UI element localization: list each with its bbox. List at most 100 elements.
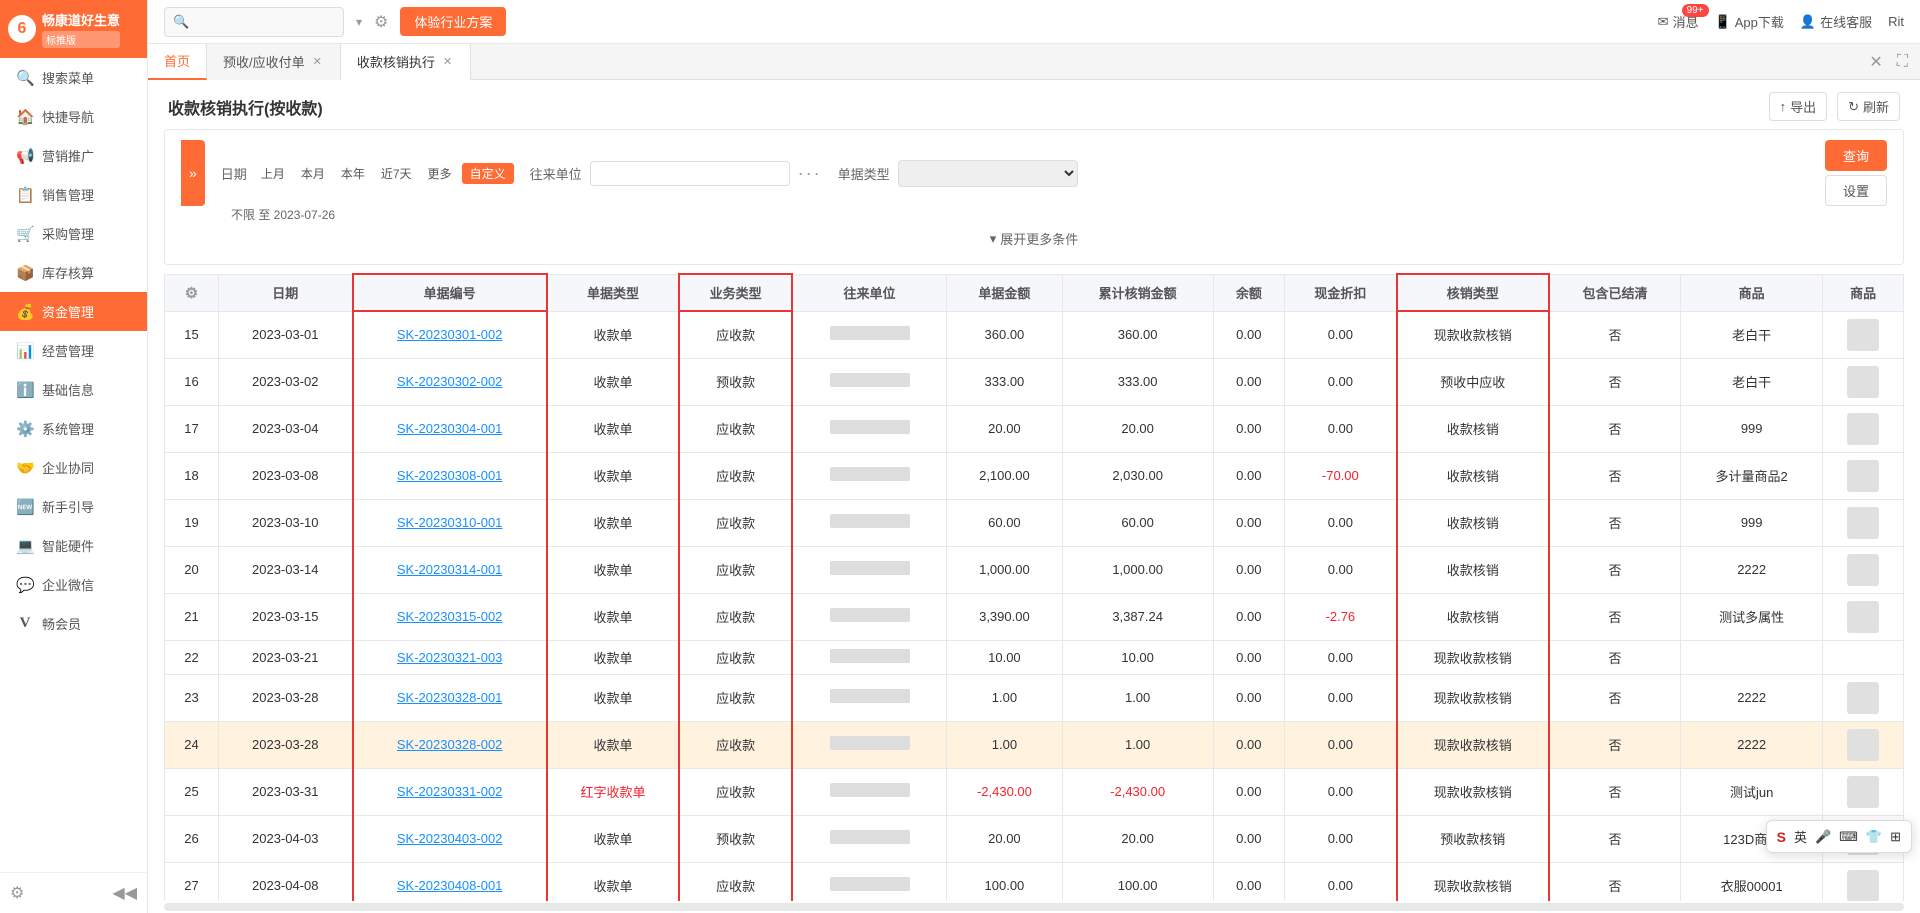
filter-date-label: 日期	[221, 164, 247, 183]
sidebar-item-wechat[interactable]: 💬企业微信	[0, 565, 147, 604]
keyboard-icon[interactable]: ⌨	[1839, 829, 1858, 845]
shirt-icon[interactable]: 👕	[1866, 829, 1882, 845]
mic-icon[interactable]: 🎤	[1815, 829, 1831, 845]
doc-num-link[interactable]: SK-20230328-001	[397, 690, 503, 705]
sidebar-settings-btn[interactable]: ⚙	[10, 883, 24, 903]
filter-more-btn[interactable]: 更多	[422, 163, 458, 184]
sidebar-item-operations[interactable]: 📊经营管理	[0, 331, 147, 370]
row-biztype: 应收款	[679, 546, 792, 593]
row-balance: 0.00	[1213, 358, 1285, 405]
filter-settings-button[interactable]: 设置	[1825, 175, 1887, 206]
doc-num-link[interactable]: SK-20230403-002	[397, 831, 503, 846]
col-settings-icon[interactable]: ⚙	[185, 285, 198, 302]
row-product: 2222	[1681, 721, 1823, 768]
settings-gear-icon[interactable]: ⚙	[374, 12, 388, 32]
tab-home[interactable]: 首页	[148, 44, 207, 80]
solution-button[interactable]: 体验行业方案	[400, 7, 506, 36]
row-doctype: 收款单	[547, 721, 680, 768]
row-partner	[792, 311, 947, 358]
row-balance: 0.00	[1213, 311, 1285, 358]
row-biztype: 应收款	[679, 593, 792, 640]
query-button[interactable]: 查询	[1825, 140, 1887, 171]
app-download-button[interactable]: 📱 App下载	[1715, 12, 1784, 31]
sidebar-item-sales[interactable]: 📋销售管理	[0, 175, 147, 214]
row-biztype: 应收款	[679, 640, 792, 674]
sidebar-item-hardware[interactable]: 💻智能硬件	[0, 526, 147, 565]
row-product-thumb	[1823, 405, 1904, 452]
row-cashdiscount: 0.00	[1285, 546, 1397, 593]
doc-num-link[interactable]: SK-20230314-001	[397, 562, 503, 577]
sidebar-item-enterprise[interactable]: 🤝企业协同	[0, 448, 147, 487]
row-cashdiscount: 0.00	[1285, 721, 1397, 768]
table-row: 25 2023-03-31 SK-20230331-002 红字收款单 应收款 …	[165, 768, 1904, 815]
row-cashdiscount: 0.00	[1285, 311, 1397, 358]
online-service-button[interactable]: 👤 在线客服	[1800, 12, 1872, 31]
filter-last-month-btn[interactable]: 上月	[255, 163, 291, 184]
sidebar-item-quicknav[interactable]: 🏠快捷导航	[0, 97, 147, 136]
product-thumb	[1847, 682, 1879, 714]
search-input[interactable]	[195, 15, 315, 29]
filter-this-year-btn[interactable]: 本年	[335, 163, 371, 184]
tab-close-all-btn[interactable]: ✕	[1865, 48, 1886, 76]
table-row: 27 2023-04-08 SK-20230408-001 收款单 应收款 10…	[165, 862, 1904, 901]
tab-home-label: 首页	[164, 51, 190, 70]
col-includesettled-header: 包含已结清	[1549, 274, 1681, 311]
doc-num-link[interactable]: SK-20230304-001	[397, 421, 503, 436]
filter-partner-item: 往来单位 ···	[530, 161, 822, 186]
row-num: 25	[165, 768, 219, 815]
filter-doctype-select[interactable]	[898, 160, 1078, 187]
doc-num-link[interactable]: SK-20230301-002	[397, 327, 503, 342]
sidebar-item-marketing[interactable]: 📢营销推广	[0, 136, 147, 175]
doc-num-link[interactable]: SK-20230308-001	[397, 468, 503, 483]
ime-label: 英	[1794, 827, 1807, 846]
sidebar-item-search[interactable]: 🔍搜索菜单	[0, 58, 147, 97]
col-canceltype-header: 核销类型	[1397, 274, 1549, 311]
row-docnum: SK-20230408-001	[353, 862, 547, 901]
horizontal-scrollbar[interactable]	[164, 903, 1904, 911]
doc-num-link[interactable]: SK-20230331-002	[397, 784, 503, 799]
user-menu[interactable]: Rit	[1888, 14, 1904, 29]
refresh-button[interactable]: ↻ 刷新	[1837, 92, 1900, 121]
grid-icon[interactable]: ⊞	[1890, 829, 1901, 845]
doc-num-link[interactable]: SK-20230408-001	[397, 878, 503, 893]
product-thumb	[1847, 870, 1879, 902]
tab-cancel-close[interactable]: ✕	[441, 54, 454, 69]
data-table-wrapper[interactable]: ⚙ 日期 单据编号 单据类型 业务类型 往来单位 单据金额 累计核销金额 余额 …	[164, 273, 1904, 901]
tab-cancel[interactable]: 收款核销执行 ✕	[341, 44, 471, 80]
topbar-search-box[interactable]: 🔍	[164, 7, 344, 37]
message-button[interactable]: ✉ 消息 99+	[1658, 12, 1699, 31]
sidebar-item-system[interactable]: ⚙️系统管理	[0, 409, 147, 448]
product-thumb	[1847, 776, 1879, 808]
sidebar-item-vip[interactable]: V畅会员	[0, 604, 147, 643]
filter-this-month-btn[interactable]: 本月	[295, 163, 331, 184]
filter-custom-btn[interactable]: 自定义	[462, 163, 514, 184]
tab-prepay-close[interactable]: ✕	[311, 54, 324, 69]
doc-num-link[interactable]: SK-20230328-002	[397, 737, 503, 752]
sidebar-item-inventory[interactable]: 📦库存核算	[0, 253, 147, 292]
filter-expand-btn[interactable]: ▾ 展开更多条件	[181, 223, 1887, 254]
filter-dots-btn[interactable]: ···	[798, 163, 822, 184]
row-cumulative: 333.00	[1062, 358, 1213, 405]
row-cashdiscount: 0.00	[1285, 768, 1397, 815]
sidebar-item-purchase[interactable]: 🛒采购管理	[0, 214, 147, 253]
row-num: 18	[165, 452, 219, 499]
sidebar-item-finance[interactable]: 💰资金管理	[0, 292, 147, 331]
tab-prepay[interactable]: 预收/应收付单 ✕	[207, 44, 341, 80]
tab-restore-btn[interactable]: ⛶	[1893, 49, 1912, 75]
filter-recent7-btn[interactable]: 近7天	[375, 163, 418, 184]
row-cumulative: 20.00	[1062, 405, 1213, 452]
ime-logo: S	[1777, 829, 1786, 845]
doc-num-link[interactable]: SK-20230310-001	[397, 515, 503, 530]
col-cashdiscount-header: 现金折扣	[1285, 274, 1397, 311]
sidebar-item-guide[interactable]: 🆕新手引导	[0, 487, 147, 526]
doc-num-link[interactable]: SK-20230302-002	[397, 374, 503, 389]
sidebar-collapse-btn[interactable]: ◀◀	[112, 883, 137, 903]
filter-partner-input[interactable]	[590, 161, 790, 186]
dropdown-arrow-icon[interactable]: ▾	[356, 15, 362, 29]
filter-toggle-button[interactable]: »	[181, 140, 205, 206]
doc-num-link[interactable]: SK-20230321-003	[397, 650, 503, 665]
export-button[interactable]: ↑ 导出	[1769, 92, 1828, 121]
doc-num-link[interactable]: SK-20230315-002	[397, 609, 503, 624]
sidebar-item-basic[interactable]: ℹ️基础信息	[0, 370, 147, 409]
col-settings-header[interactable]: ⚙	[165, 274, 219, 311]
